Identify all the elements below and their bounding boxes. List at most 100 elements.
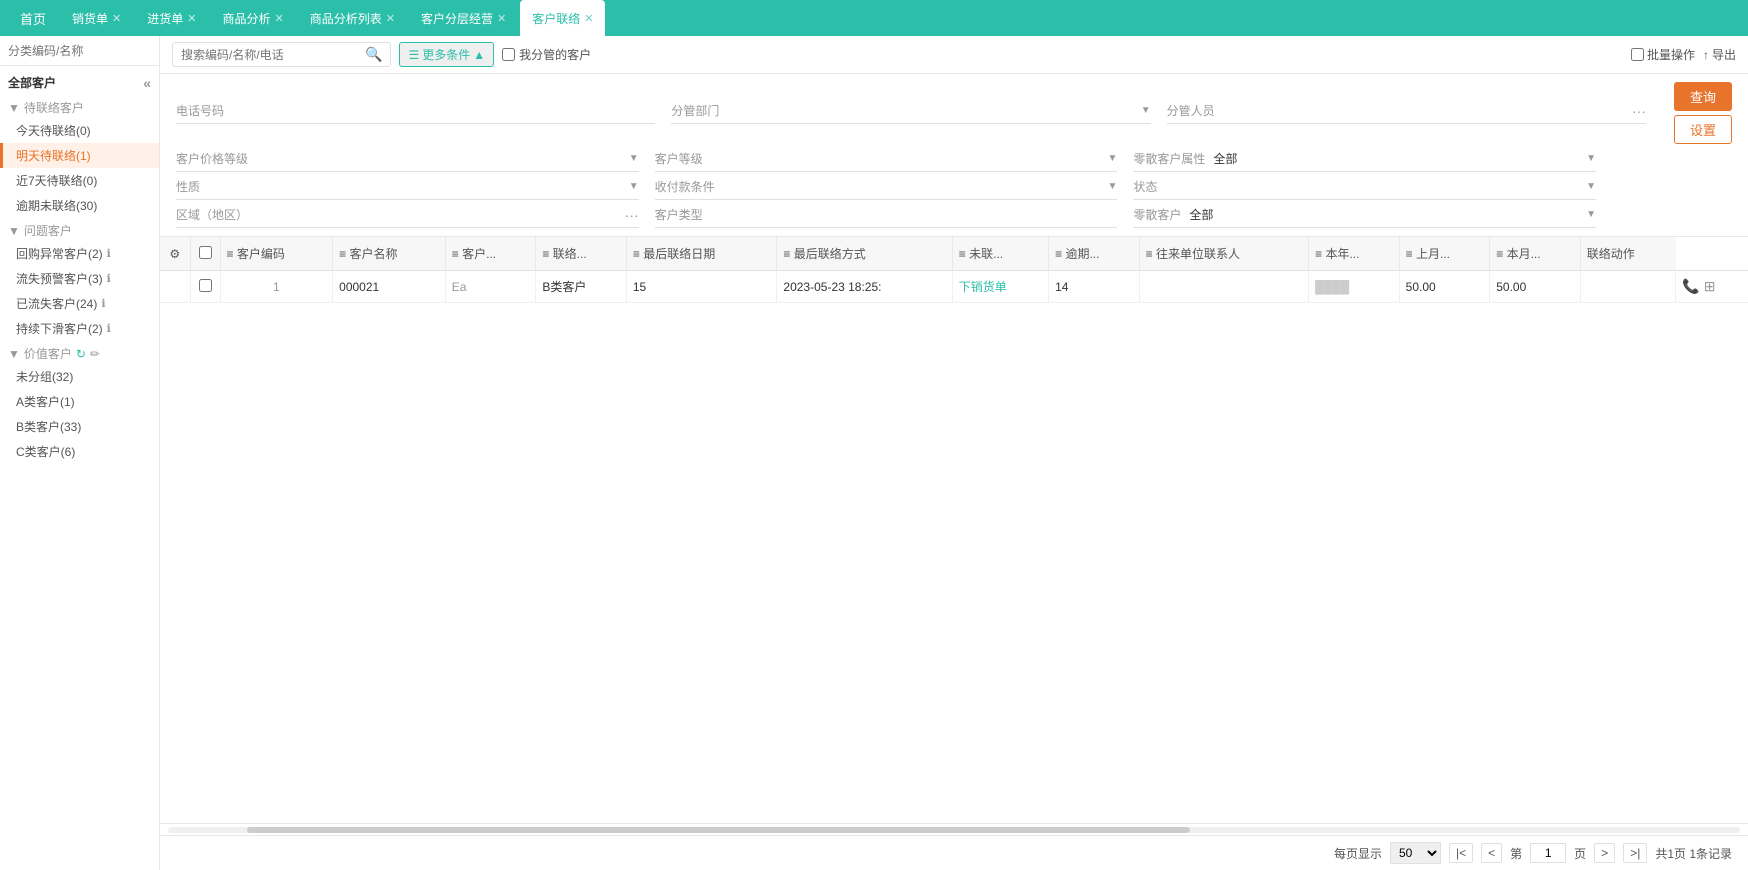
customer-level-dropdown-icon[interactable]: ▼ — [1107, 153, 1117, 164]
sidebar-group-value-customers: ▼ 价值客户 ↻ ✏ — [0, 341, 159, 364]
payment-terms-dropdown-icon[interactable]: ▼ — [1107, 181, 1117, 192]
filter-retail-attr-value[interactable]: 全部 — [1213, 150, 1586, 167]
nav-customer-contact[interactable]: 客户联络 ✕ — [520, 0, 605, 36]
batch-op-checkbox[interactable] — [1631, 48, 1644, 61]
sidebar-item-overdue-contact[interactable]: 逾期未联络(30) — [0, 193, 159, 218]
dept-dropdown-icon[interactable]: ▼ — [1141, 105, 1151, 116]
more-conditions-btn[interactable]: ☰ 更多条件 ▲ — [399, 42, 494, 67]
export-icon: ↑ — [1703, 48, 1709, 62]
th-name: ≡ 客户名称 — [333, 237, 446, 271]
filter-region-label: 区域（地区） — [176, 206, 248, 223]
filter-phone-label: 电话号码 — [176, 102, 224, 119]
info-icon-decline: ℹ — [107, 322, 111, 335]
sidebar-item-continuous-decline[interactable]: 持续下滑客户(2) ℹ — [0, 316, 159, 341]
settings-btn[interactable]: 设置 — [1674, 115, 1732, 144]
scrollbar-thumb[interactable] — [247, 827, 1190, 833]
table-row: 1 000021 Ea B类客户 15 2023-05-23 18:25: 下销… — [160, 271, 1748, 303]
next-page-btn[interactable]: > — [1594, 843, 1615, 863]
total-records-label: 共1页 1条记录 — [1655, 845, 1732, 862]
nav-sales-order[interactable]: 销货单 ✕ — [60, 0, 133, 36]
td-code: 000021 — [333, 271, 446, 303]
prev-page-btn[interactable]: < — [1481, 843, 1502, 863]
nature-dropdown-icon[interactable]: ▼ — [629, 181, 639, 192]
nav-customer-layering[interactable]: 客户分层经营 ✕ — [409, 0, 518, 36]
page-input[interactable] — [1530, 843, 1566, 863]
filter-search-icon[interactable]: 🔍 — [365, 46, 382, 63]
scrollbar-track[interactable] — [168, 827, 1740, 833]
first-page-btn[interactable]: |< — [1449, 843, 1473, 863]
my-customers-checkbox[interactable] — [502, 48, 515, 61]
td-type: B类客户 — [536, 271, 627, 303]
sidebar-item-churned[interactable]: 已流失客户(24) ℹ — [0, 291, 159, 316]
sidebar-item-today-contact[interactable]: 今天待联络(0) — [0, 118, 159, 143]
nav-product-analysis[interactable]: 商品分析 ✕ — [210, 0, 295, 36]
th-this-month: ≡ 本月... — [1490, 237, 1581, 271]
action-grid-icon[interactable]: ⊞ — [1704, 278, 1716, 295]
last-page-btn[interactable]: >| — [1623, 843, 1647, 863]
per-page-select[interactable]: 50 100 200 — [1390, 842, 1441, 864]
filter-nature-label: 性质 — [176, 178, 200, 195]
price-level-dropdown-icon[interactable]: ▼ — [629, 153, 639, 164]
adv-filter-row-1: 电话号码 分管部门 ▼ 分管人员 ··· 查询 设置 — [176, 82, 1732, 144]
nav-close-sales-order[interactable]: ✕ — [112, 12, 121, 25]
sidebar-item-class-a[interactable]: A类客户(1) — [0, 389, 159, 414]
filter-customer-type-label: 客户类型 — [655, 206, 703, 223]
sidebar-item-class-b[interactable]: B类客户(33) — [0, 414, 159, 439]
content-area: 🔍 ☰ 更多条件 ▲ 我分管的客户 批量操作 ↑ 导出 — [160, 36, 1748, 870]
th-type: ≡ 客户... — [445, 237, 536, 271]
th-check[interactable] — [190, 237, 220, 271]
nav-close-customer-layering[interactable]: ✕ — [497, 12, 506, 25]
last-contact-method-link[interactable]: 下销货单 — [959, 280, 1007, 294]
nav-close-product-analysis[interactable]: ✕ — [275, 12, 284, 25]
info-icon-repurchase: ℹ — [107, 247, 111, 260]
my-customers-checkbox-label[interactable]: 我分管的客户 — [502, 46, 591, 63]
value-customers-edit-icon[interactable]: ✏ — [90, 347, 100, 361]
filter-search-input[interactable] — [181, 48, 361, 62]
filter-bar: 🔍 ☰ 更多条件 ▲ 我分管的客户 批量操作 ↑ 导出 — [160, 36, 1748, 74]
nav-purchase-order[interactable]: 进货单 ✕ — [135, 0, 208, 36]
nav-close-product-analysis-list[interactable]: ✕ — [386, 12, 395, 25]
region-dots-icon[interactable]: ··· — [625, 207, 639, 223]
status-dropdown-icon[interactable]: ▼ — [1586, 181, 1596, 192]
sidebar-item-ungrouped[interactable]: 未分组(32) — [0, 364, 159, 389]
filter-region: 区域（地区） ··· — [176, 206, 639, 228]
horizontal-scrollbar[interactable] — [160, 823, 1748, 835]
top-nav: 首页 销货单 ✕ 进货单 ✕ 商品分析 ✕ 商品分析列表 ✕ 客户分层经营 ✕ … — [0, 0, 1748, 36]
filter-manager-label: 分管人员 — [1167, 102, 1215, 119]
export-btn[interactable]: ↑ 导出 — [1703, 46, 1736, 63]
sidebar-item-repurchase-abnormal[interactable]: 回购异常客户(2) ℹ — [0, 241, 159, 266]
filter-dept: 分管部门 ▼ — [671, 102, 1150, 124]
filter-payment-terms-label: 收付款条件 — [655, 178, 715, 195]
nav-close-customer-contact[interactable]: ✕ — [584, 12, 593, 25]
filter-retail-attr: 零散客户属性 全部 ▼ — [1133, 150, 1596, 172]
sidebar-item-7day-contact[interactable]: 近7天待联络(0) — [0, 168, 159, 193]
th-last-contact-date: ≡ 最后联络日期 — [626, 237, 777, 271]
query-btn[interactable]: 查询 — [1674, 82, 1732, 111]
chevron-up-icon: ▲ — [473, 48, 485, 62]
value-customers-refresh-icon[interactable]: ↻ — [76, 347, 86, 361]
nav-product-analysis-list[interactable]: 商品分析列表 ✕ — [298, 0, 407, 36]
select-all-checkbox[interactable] — [199, 246, 212, 259]
nav-home[interactable]: 首页 — [8, 0, 58, 36]
nav-close-purchase-order[interactable]: ✕ — [187, 12, 196, 25]
manager-dots-icon[interactable]: ··· — [1632, 103, 1646, 119]
retail-attr-dropdown-icon[interactable]: ▼ — [1586, 153, 1596, 164]
th-gear[interactable]: ⚙ — [160, 237, 190, 271]
batch-op-btn[interactable]: 批量操作 — [1631, 46, 1695, 63]
sidebar-item-class-c[interactable]: C类客户(6) — [0, 439, 159, 464]
filter-retail-customer-value[interactable]: 全部 — [1189, 206, 1586, 223]
sidebar: 🔍 全部客户 « ▼ 待联络客户 今天待联络(0) 明天待联络(1) 近7天待联… — [0, 36, 160, 870]
sidebar-item-tomorrow-contact[interactable]: 明天待联络(1) — [0, 143, 159, 168]
sidebar-item-churn-warning[interactable]: 流失预警客户(3) ℹ — [0, 266, 159, 291]
adv-filter-row-4: 区域（地区） ··· 客户类型 零散客户 全部 ▼ — [176, 206, 1732, 228]
query-settings-btns: 查询 设置 — [1674, 82, 1732, 144]
filter-status-label: 状态 — [1133, 178, 1157, 195]
retail-customer-dropdown-icon[interactable]: ▼ — [1586, 209, 1596, 220]
info-icon-churned: ℹ — [101, 297, 105, 310]
th-last-contact-method: ≡ 最后联络方式 — [777, 237, 952, 271]
sidebar-group-problem-customers: ▼ 问题客户 — [0, 218, 159, 241]
row-checkbox[interactable] — [199, 279, 212, 292]
sidebar-search-input[interactable] — [8, 44, 160, 58]
action-phone-icon[interactable]: 📞 — [1682, 278, 1699, 295]
sidebar-collapse-btn[interactable]: « — [143, 75, 151, 91]
